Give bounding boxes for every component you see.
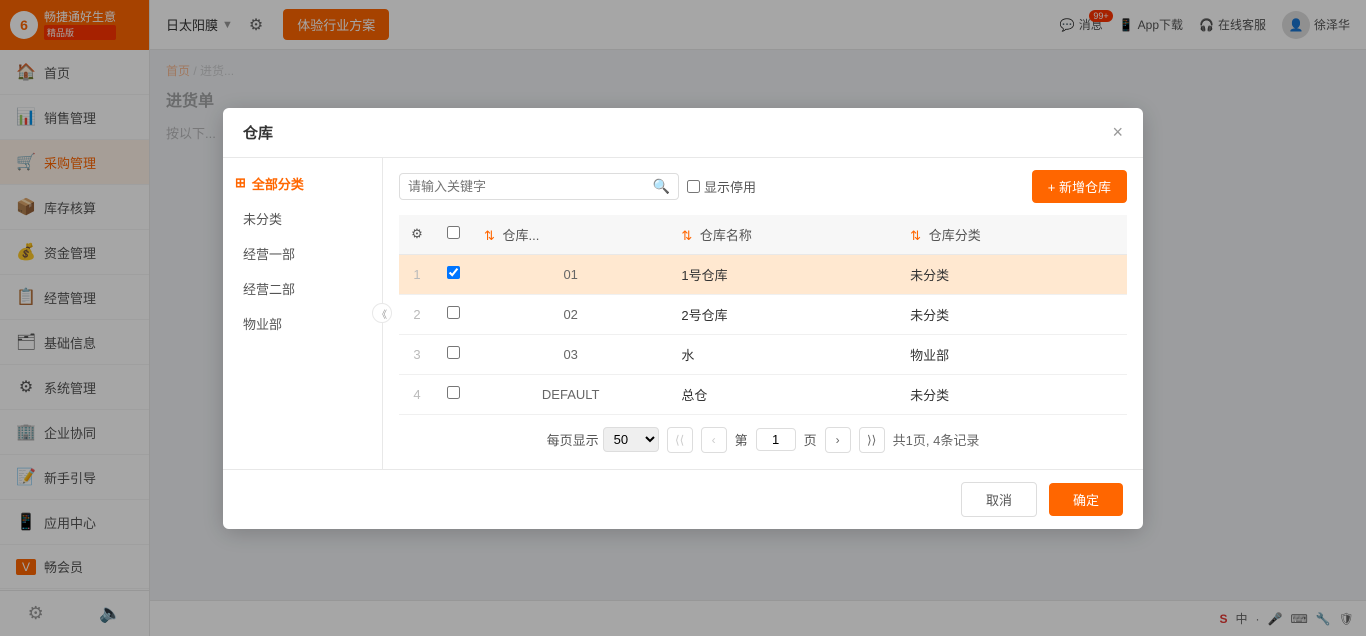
row-checkbox-0[interactable] [435, 254, 472, 294]
page-label: 第 [735, 430, 748, 449]
first-page-button[interactable]: ⟨⟨ [667, 427, 693, 453]
row-select-0[interactable] [447, 266, 460, 279]
modal-category-sidebar: ⊞ 全部分类 《 未分类 经营一部 经营二部 物业部 [223, 158, 383, 469]
row-name-2: 水 [669, 334, 898, 374]
add-warehouse-button[interactable]: + 新增仓库 [1032, 170, 1127, 203]
th-code: ⇅ 仓库... [472, 215, 669, 255]
category-item-0[interactable]: 未分类 [223, 201, 382, 236]
sort-icon-category: ⇅ [910, 228, 921, 243]
collapse-sidebar-button[interactable]: 《 [372, 303, 392, 323]
th-checkbox [435, 215, 472, 255]
table-row[interactable]: 2 02 2号仓库 未分类 [399, 294, 1127, 334]
page-suffix: 页 [804, 430, 817, 449]
row-select-1[interactable] [447, 306, 460, 319]
sort-icon-code: ⇅ [484, 228, 495, 243]
modal-toolbar: 🔍 显示停用 + 新增仓库 [399, 170, 1127, 203]
per-page-label: 每页显示 [547, 430, 599, 449]
table-row[interactable]: 3 03 水 物业部 [399, 334, 1127, 374]
per-page-select[interactable]: 50 10 20 100 [603, 427, 659, 452]
pagination: 每页显示 50 10 20 100 ⟨⟨ ‹ 第 页 [399, 415, 1127, 457]
row-name-3: 总仓 [669, 374, 898, 414]
sort-icon-name: ⇅ [681, 228, 692, 243]
warehouse-table: ⚙ ⇅ 仓库... [399, 215, 1127, 415]
modal-overlay: 仓库 × ⊞ 全部分类 《 未分类 经营一部 经营二部 物业部 [150, 0, 1366, 636]
category-item-2[interactable]: 经营二部 [223, 271, 382, 306]
search-icon: 🔍 [653, 178, 670, 195]
search-input[interactable] [408, 179, 649, 194]
row-num-1: 02 [472, 294, 669, 334]
row-name-0: 1号仓库 [669, 254, 898, 294]
row-checkbox-3[interactable] [435, 374, 472, 414]
row-checkbox-2[interactable] [435, 334, 472, 374]
all-categories-label: 全部分类 [252, 174, 304, 193]
page-number-input[interactable] [756, 428, 796, 451]
select-all-checkbox[interactable] [447, 226, 460, 239]
grid-icon: ⊞ [235, 175, 246, 191]
modal-header: 仓库 × [223, 108, 1143, 158]
settings-col-icon: ⚙ [411, 226, 423, 241]
total-info: 共1页, 4条记录 [893, 430, 980, 449]
row-select-2[interactable] [447, 346, 460, 359]
category-item-1[interactable]: 经营一部 [223, 236, 382, 271]
row-category-1: 未分类 [898, 294, 1127, 334]
per-page-selector: 每页显示 50 10 20 100 [547, 427, 659, 452]
modal-title: 仓库 [243, 122, 273, 143]
show-disabled-checkbox[interactable]: 显示停用 [687, 177, 756, 196]
modal-body: ⊞ 全部分类 《 未分类 经营一部 经营二部 物业部 🔍 [223, 158, 1143, 469]
row-num-2: 03 [472, 334, 669, 374]
th-category: ⇅ 仓库分类 [898, 215, 1127, 255]
show-disabled-label: 显示停用 [704, 177, 756, 196]
row-num-0: 01 [472, 254, 669, 294]
next-page-button[interactable]: › [825, 427, 851, 453]
row-category-0: 未分类 [898, 254, 1127, 294]
table-row[interactable]: 4 DEFAULT 总仓 未分类 [399, 374, 1127, 414]
table-row[interactable]: 1 01 1号仓库 未分类 [399, 254, 1127, 294]
confirm-button[interactable]: 确定 [1049, 483, 1123, 516]
warehouse-modal: 仓库 × ⊞ 全部分类 《 未分类 经营一部 经营二部 物业部 [223, 108, 1143, 529]
row-settings-2[interactable]: 3 [399, 334, 435, 374]
modal-main: 🔍 显示停用 + 新增仓库 [383, 158, 1143, 469]
search-box: 🔍 [399, 173, 679, 200]
th-settings: ⚙ [399, 215, 435, 255]
modal-close-button[interactable]: × [1112, 123, 1123, 141]
row-settings-1[interactable]: 2 [399, 294, 435, 334]
modal-footer: 取消 确定 [223, 469, 1143, 529]
row-category-2: 物业部 [898, 334, 1127, 374]
prev-page-button[interactable]: ‹ [701, 427, 727, 453]
th-name: ⇅ 仓库名称 [669, 215, 898, 255]
cancel-button[interactable]: 取消 [961, 482, 1037, 517]
category-item-3[interactable]: 物业部 [223, 306, 382, 341]
row-settings-0[interactable]: 1 [399, 254, 435, 294]
row-settings-3[interactable]: 4 [399, 374, 435, 414]
row-num-3: DEFAULT [472, 374, 669, 414]
row-category-3: 未分类 [898, 374, 1127, 414]
row-name-1: 2号仓库 [669, 294, 898, 334]
last-page-button[interactable]: ⟩⟩ [859, 427, 885, 453]
main-content: 日太阳膜 ▼ ⚙ 体验行业方案 💬 消息 99+ 📱 App下载 🎧 在线客服 … [150, 0, 1366, 636]
row-select-3[interactable] [447, 386, 460, 399]
row-checkbox-1[interactable] [435, 294, 472, 334]
all-categories-item[interactable]: ⊞ 全部分类 [223, 166, 382, 201]
show-disabled-toggle[interactable] [687, 180, 700, 193]
